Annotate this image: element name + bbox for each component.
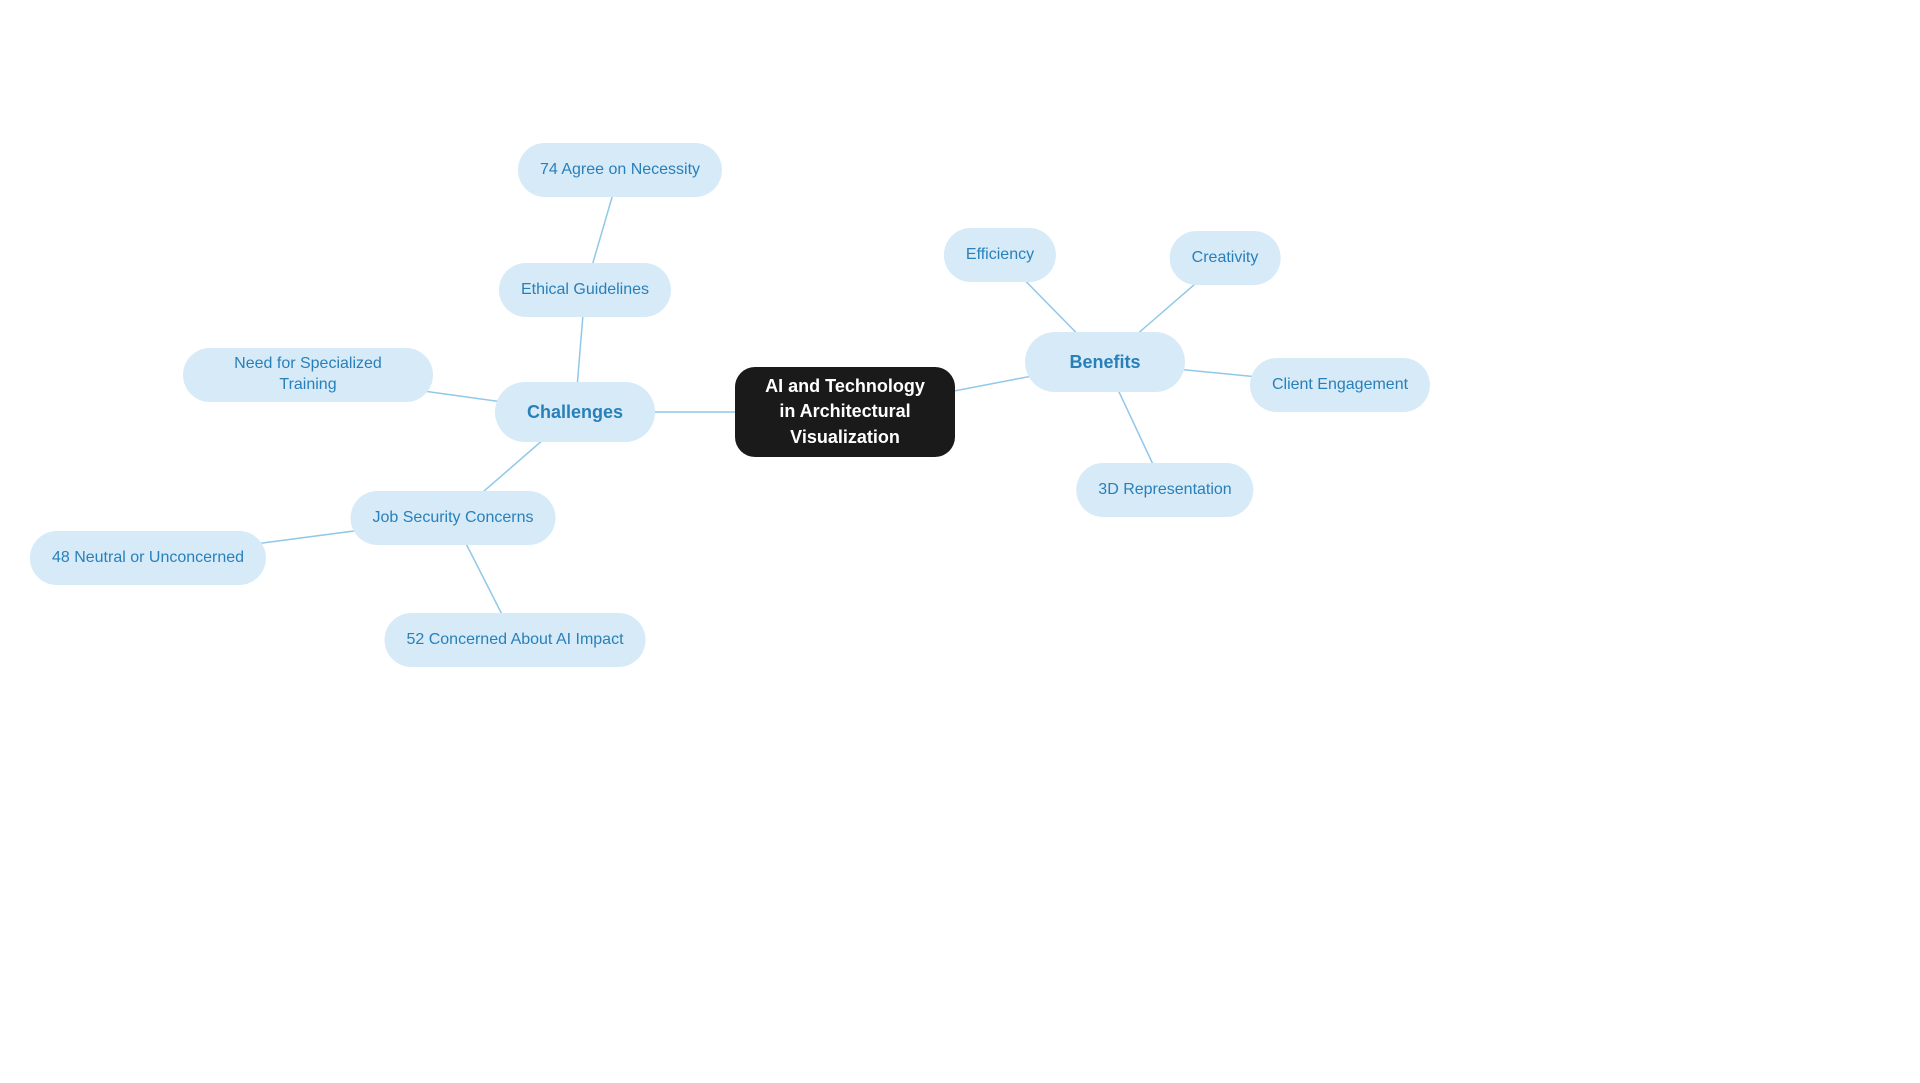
challenges-node: Challenges bbox=[495, 382, 655, 442]
ethical-guidelines-node: Ethical Guidelines bbox=[499, 263, 671, 317]
benefits-node: Benefits bbox=[1025, 332, 1185, 392]
specialized-training-node: Need for Specialized Training bbox=[183, 348, 433, 402]
concerned-node: 52 Concerned About AI Impact bbox=[384, 613, 645, 667]
efficiency-node: Efficiency bbox=[944, 228, 1056, 282]
connections-svg bbox=[0, 0, 1920, 1083]
mind-map: AI and Technology in Architectural Visua… bbox=[0, 0, 1920, 1083]
representation-3d-node: 3D Representation bbox=[1076, 463, 1253, 517]
agree-necessity-node: 74 Agree on Necessity bbox=[518, 143, 722, 197]
job-security-node: Job Security Concerns bbox=[351, 491, 556, 545]
neutral-node: 48 Neutral or Unconcerned bbox=[30, 531, 266, 585]
central-node: AI and Technology in Architectural Visua… bbox=[735, 367, 955, 457]
creativity-node: Creativity bbox=[1170, 231, 1281, 285]
client-engagement-node: Client Engagement bbox=[1250, 358, 1430, 412]
